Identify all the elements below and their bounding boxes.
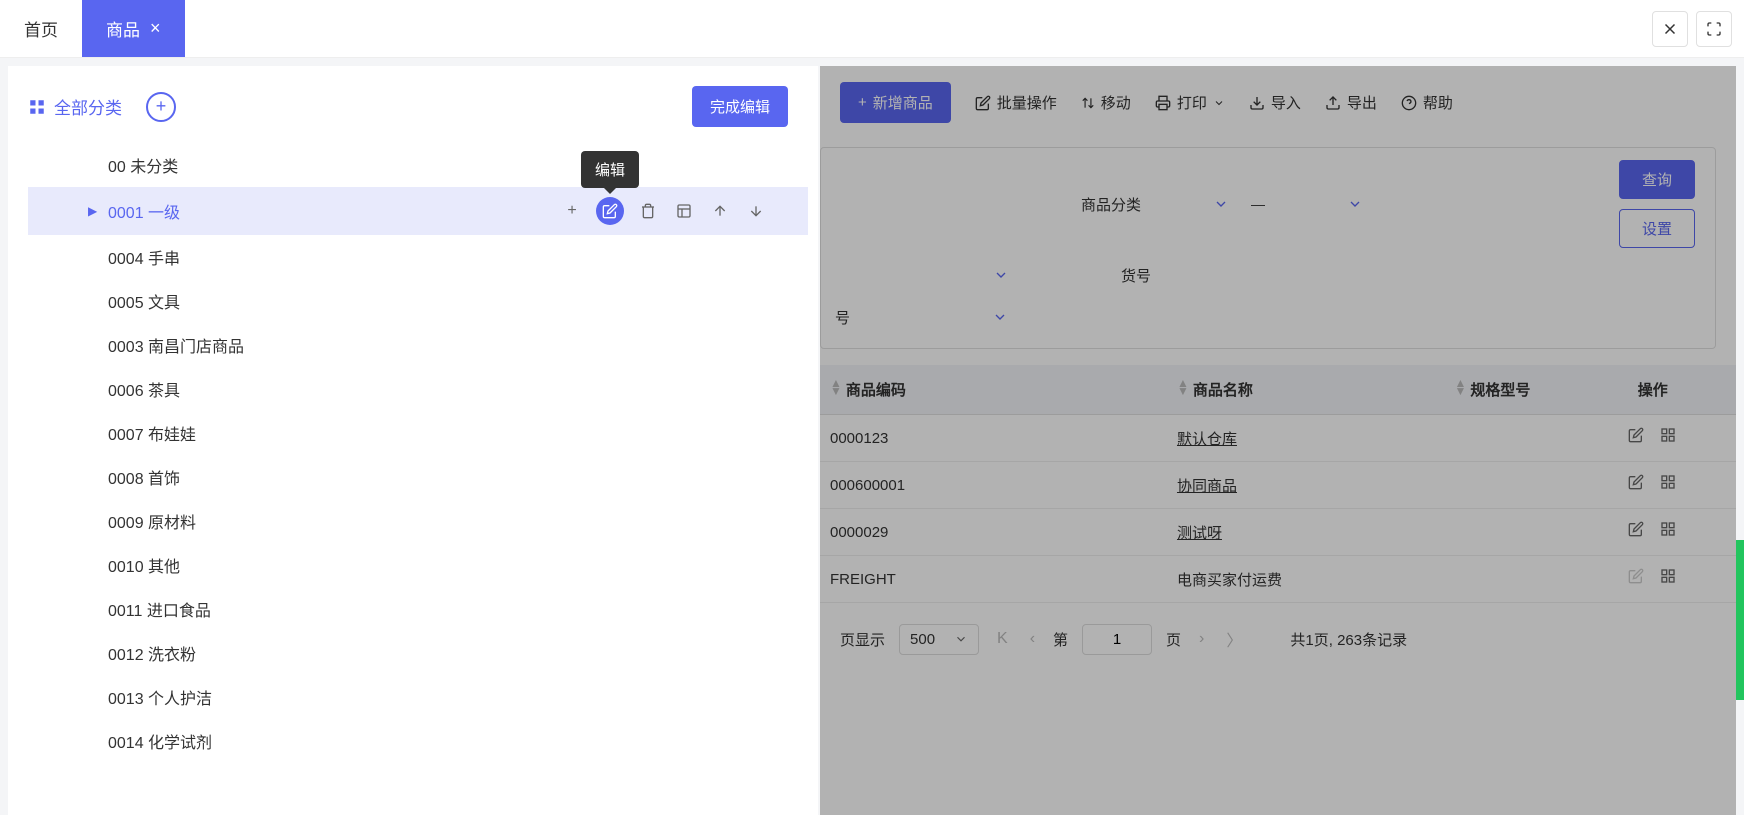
tree-item[interactable]: ▶ 0001 一级 + 编辑 (28, 187, 808, 235)
add-category-button[interactable]: + (146, 92, 176, 122)
tree-item[interactable]: 00 未分类 (28, 143, 808, 187)
tree-item-label: 0007 布娃娃 (108, 421, 196, 445)
modal-dim-overlay[interactable] (820, 66, 1736, 815)
tree-item-label: 0001 一级 (108, 199, 180, 223)
edit-button[interactable]: 编辑 (596, 197, 624, 225)
page-scrollbar[interactable] (1736, 540, 1744, 700)
tree-item-label: 0004 手串 (108, 245, 180, 269)
main-area: + 新增商品 批量操作 移动 打印 导入 导出 (0, 58, 1744, 815)
tab-home[interactable]: 首页 (0, 0, 82, 57)
tree-item-label: 0003 南昌门店商品 (108, 333, 244, 357)
category-tree[interactable]: 00 未分类 ▶ 0001 一级 + 编辑 0004 手串 0005 文具 0003 南昌门店… (28, 143, 818, 812)
tab-label: 商品 (106, 16, 140, 41)
tabs-bar: 首页 商品 × (0, 0, 1744, 58)
tree-item-label: 0009 原材料 (108, 509, 196, 533)
button-label: 完成编辑 (710, 96, 770, 117)
tree-item[interactable]: 0010 其他 (28, 543, 808, 587)
all-categories-label: 全部分类 (54, 94, 122, 119)
grid-button[interactable] (672, 199, 696, 223)
tab-product[interactable]: 商品 × (82, 0, 185, 57)
x-icon (1661, 20, 1679, 38)
fullscreen-icon (1706, 21, 1722, 37)
add-child-button[interactable]: + (560, 199, 584, 223)
all-categories-link[interactable]: 全部分类 (28, 94, 122, 119)
tree-item-label: 0014 化学试剂 (108, 729, 212, 753)
tree-item[interactable]: 0006 茶具 (28, 367, 808, 411)
tree-item[interactable]: 0013 个人护洁 (28, 675, 808, 719)
tree-item-label: 0013 个人护洁 (108, 685, 212, 709)
close-all-button[interactable] (1652, 11, 1688, 47)
tabs-right (1652, 0, 1744, 57)
tree-item[interactable]: 0011 进口食品 (28, 587, 808, 631)
tree-item[interactable]: 0003 南昌门店商品 (28, 323, 808, 367)
tree-item[interactable]: 0012 洗衣粉 (28, 631, 808, 675)
panel-header: 全部分类 + 完成编辑 (28, 86, 818, 127)
tree-actions: + 编辑 (560, 197, 798, 225)
fullscreen-button[interactable] (1696, 11, 1732, 47)
plus-icon: + (156, 96, 167, 117)
category-panel: 全部分类 + 完成编辑 00 未分类 ▶ 0001 一级 + 编辑 0004 手串 0005… (8, 66, 818, 815)
tree-item[interactable]: 0005 文具 (28, 279, 808, 323)
tree-item[interactable]: 0007 布娃娃 (28, 411, 808, 455)
tree-item[interactable]: 0004 手串 (28, 235, 808, 279)
tree-item-label: 0010 其他 (108, 553, 180, 577)
tree-item[interactable]: 0009 原材料 (28, 499, 808, 543)
tree-item-label: 0011 进口食品 (108, 597, 211, 621)
tree-item[interactable]: 0014 化学试剂 (28, 719, 808, 763)
delete-button[interactable] (636, 199, 660, 223)
close-icon[interactable]: × (150, 18, 161, 39)
tree-item-label: 0005 文具 (108, 289, 180, 313)
tree-item-label: 00 未分类 (108, 153, 178, 177)
tree-item[interactable]: 0008 首饰 (28, 455, 808, 499)
expand-icon[interactable]: ▶ (88, 204, 97, 218)
tooltip: 编辑 (581, 151, 639, 188)
tab-label: 首页 (24, 16, 58, 41)
product-list-panel: + 新增商品 批量操作 移动 打印 导入 导出 (820, 66, 1736, 815)
move-up-button[interactable] (708, 199, 732, 223)
grid-icon (28, 98, 46, 116)
tree-item-label: 0012 洗衣粉 (108, 641, 196, 665)
tree-item-label: 0006 茶具 (108, 377, 180, 401)
finish-edit-button[interactable]: 完成编辑 (692, 86, 788, 127)
move-down-button[interactable] (744, 199, 768, 223)
tree-item-label: 0008 首饰 (108, 465, 180, 489)
